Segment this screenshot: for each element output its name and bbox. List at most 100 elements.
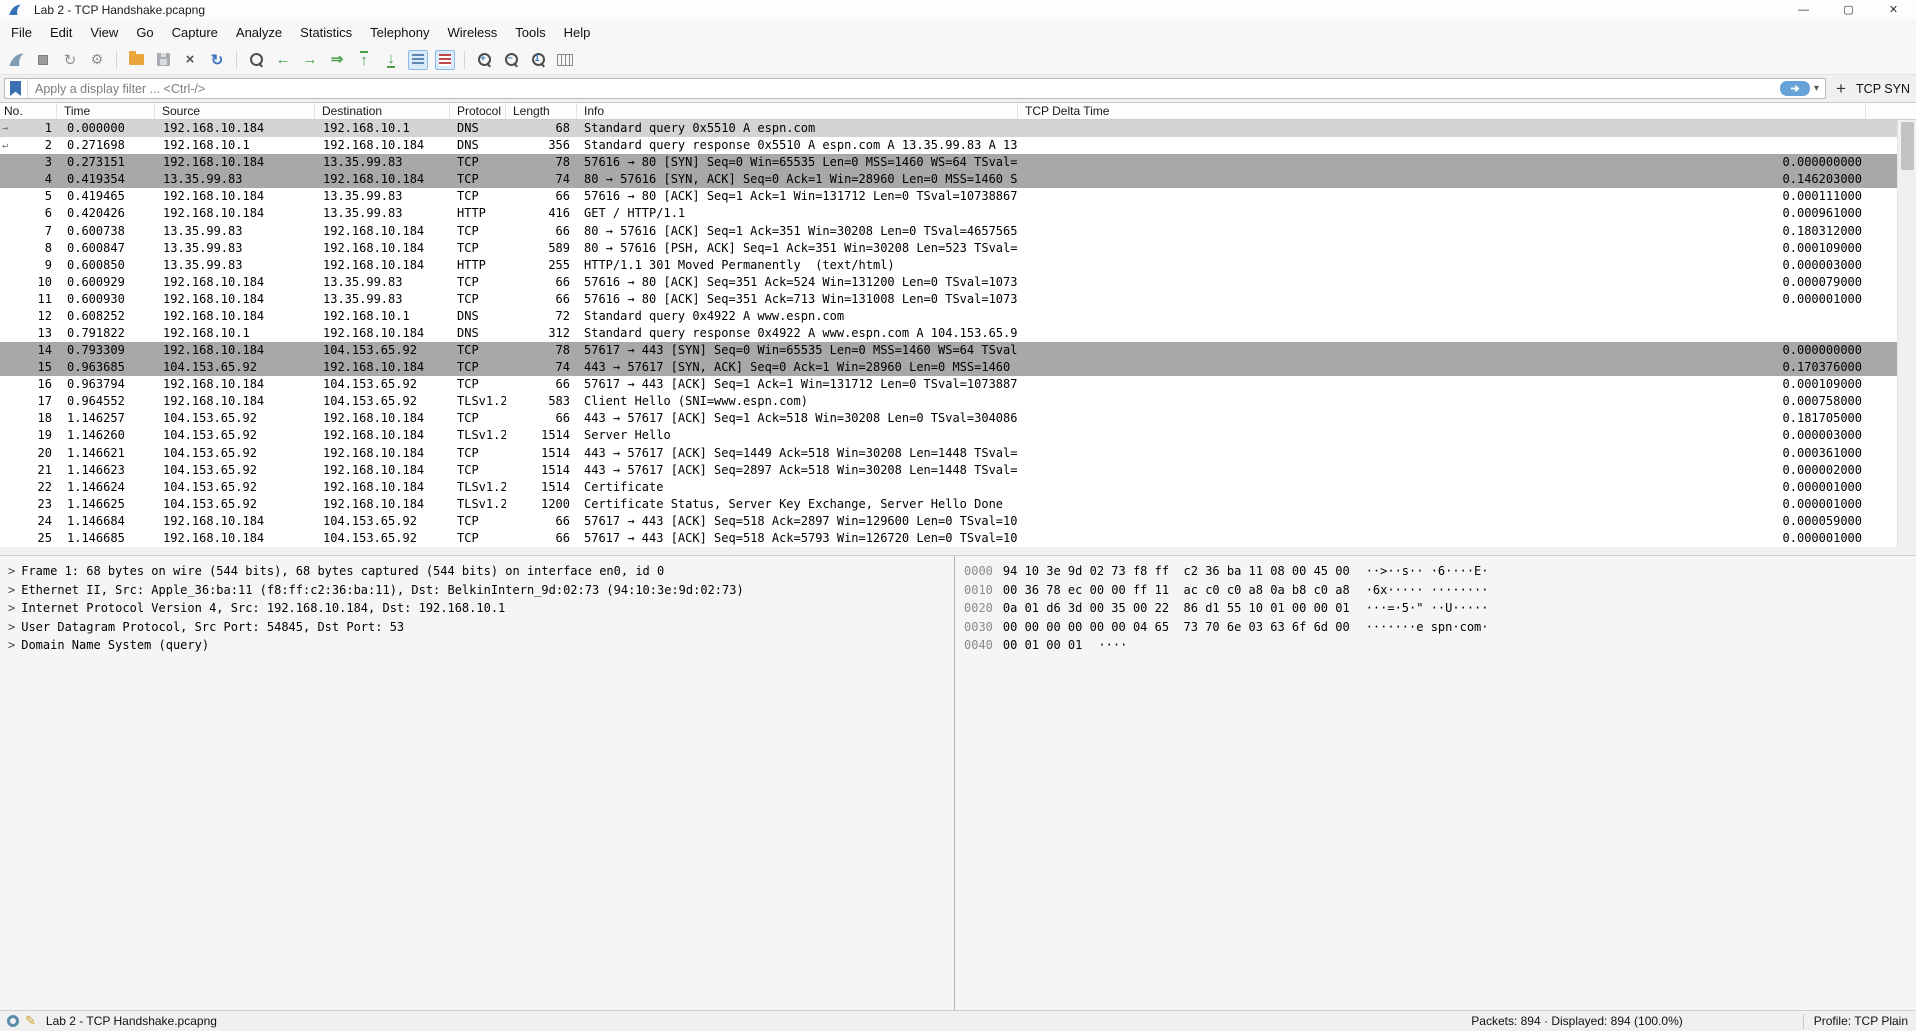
cell-time: 1.146257 bbox=[57, 410, 155, 427]
expander-chevron-icon[interactable]: > bbox=[8, 564, 15, 578]
go-to-packet-icon[interactable]: ⇒ bbox=[325, 48, 349, 72]
column-header-tcp-delta-time[interactable]: TCP Delta Time bbox=[1018, 103, 1866, 119]
packet-row[interactable]: 70.60073813.35.99.83192.168.10.184TCP668… bbox=[0, 222, 1916, 239]
expander-chevron-icon[interactable]: > bbox=[8, 601, 15, 615]
detail-tree-line[interactable]: >Internet Protocol Version 4, Src: 192.1… bbox=[8, 599, 954, 618]
hex-dump-row[interactable]: 001000 36 78 ec 00 00 ff 11 ac c0 c0 a8 … bbox=[964, 581, 1916, 600]
apply-filter-button[interactable]: ➔ bbox=[1780, 81, 1810, 96]
maximize-button[interactable]: ▢ bbox=[1826, 0, 1871, 19]
packet-row[interactable]: 160.963794192.168.10.184104.153.65.92TCP… bbox=[0, 376, 1916, 393]
capture-options-icon[interactable]: ⚙ bbox=[85, 48, 109, 72]
go-last-packet-icon[interactable]: ↓ bbox=[379, 48, 403, 72]
hex-dump-row[interactable]: 000094 10 3e 9d 02 73 f8 ff c2 36 ba 11 … bbox=[964, 562, 1916, 581]
packet-row[interactable]: 241.146684192.168.10.184104.153.65.92TCP… bbox=[0, 513, 1916, 530]
pane-splitter[interactable] bbox=[0, 547, 1916, 555]
stop-capture-icon[interactable] bbox=[31, 48, 55, 72]
cell-proto: DNS bbox=[450, 137, 506, 154]
restart-capture-icon[interactable]: ↻ bbox=[58, 48, 82, 72]
filter-bookmark-icon[interactable] bbox=[10, 81, 21, 96]
column-header-length[interactable]: Length bbox=[506, 103, 577, 119]
auto-scroll-icon[interactable] bbox=[406, 48, 430, 72]
packet-row[interactable]: 50.419465192.168.10.18413.35.99.83TCP665… bbox=[0, 188, 1916, 205]
packet-row[interactable]: 170.964552192.168.10.184104.153.65.92TLS… bbox=[0, 393, 1916, 410]
column-header-source[interactable]: Source bbox=[155, 103, 315, 119]
wireshark-logo-icon bbox=[8, 3, 22, 17]
hex-dump-row[interactable]: 003000 00 00 00 00 00 04 65 73 70 6e 03 … bbox=[964, 618, 1916, 637]
capture-file-properties-icon[interactable] bbox=[7, 1015, 19, 1027]
save-file-icon[interactable] bbox=[151, 48, 175, 72]
menu-item-statistics[interactable]: Statistics bbox=[291, 21, 361, 44]
menu-item-go[interactable]: Go bbox=[127, 21, 162, 44]
go-back-icon[interactable]: ← bbox=[271, 48, 295, 72]
filter-shortcut-tcp-syn[interactable]: TCP SYN bbox=[1856, 82, 1910, 96]
packet-row[interactable]: 201.146621104.153.65.92192.168.10.184TCP… bbox=[0, 444, 1916, 461]
expander-chevron-icon[interactable]: > bbox=[8, 583, 15, 597]
column-header-time[interactable]: Time bbox=[57, 103, 155, 119]
close-file-icon[interactable]: × bbox=[178, 48, 202, 72]
packet-row[interactable]: ↵20.271698192.168.10.1192.168.10.184DNS3… bbox=[0, 137, 1916, 154]
close-button[interactable]: ✕ bbox=[1871, 0, 1916, 19]
column-header-no[interactable]: No. bbox=[0, 103, 57, 119]
detail-tree-line[interactable]: >Frame 1: 68 bytes on wire (544 bits), 6… bbox=[8, 562, 954, 581]
packet-row[interactable]: 221.146624104.153.65.92192.168.10.184TLS… bbox=[0, 479, 1916, 496]
menu-item-help[interactable]: Help bbox=[555, 21, 600, 44]
detail-tree-line[interactable]: >Ethernet II, Src: Apple_36:ba:11 (f8:ff… bbox=[8, 581, 954, 600]
filter-dropdown-caret-icon[interactable]: ▾ bbox=[1814, 83, 1819, 94]
hex-dump-row[interactable]: 004000 01 00 01···· bbox=[964, 636, 1916, 655]
column-header-protocol[interactable]: Protocol bbox=[450, 103, 506, 119]
open-file-icon[interactable] bbox=[124, 48, 148, 72]
packet-row[interactable]: 140.793309192.168.10.184104.153.65.92TCP… bbox=[0, 342, 1916, 359]
cell-no: 10 bbox=[0, 274, 57, 291]
column-header-destination[interactable]: Destination bbox=[315, 103, 450, 119]
packet-row[interactable]: 100.600929192.168.10.18413.35.99.83TCP66… bbox=[0, 274, 1916, 291]
find-packet-icon[interactable] bbox=[244, 48, 268, 72]
packet-row[interactable]: 130.791822192.168.10.1192.168.10.184DNS3… bbox=[0, 325, 1916, 342]
menu-item-view[interactable]: View bbox=[81, 21, 127, 44]
packet-list-scrollbar[interactable] bbox=[1897, 120, 1916, 547]
packet-row[interactable]: 40.41935413.35.99.83192.168.10.184TCP748… bbox=[0, 171, 1916, 188]
start-capture-icon[interactable] bbox=[4, 48, 28, 72]
cell-info: 80 → 57616 [PSH, ACK] Seq=1 Ack=351 Win=… bbox=[577, 240, 1018, 257]
menu-item-analyze[interactable]: Analyze bbox=[227, 21, 291, 44]
zoom-in-icon[interactable]: + bbox=[472, 48, 496, 72]
add-filter-button[interactable]: + bbox=[1836, 79, 1846, 99]
packet-row[interactable]: 60.420426192.168.10.18413.35.99.83HTTP41… bbox=[0, 205, 1916, 222]
packet-row[interactable]: 191.146260104.153.65.92192.168.10.184TLS… bbox=[0, 427, 1916, 444]
menu-item-file[interactable]: File bbox=[2, 21, 41, 44]
menu-item-telephony[interactable]: Telephony bbox=[361, 21, 438, 44]
packet-row[interactable]: 181.146257104.153.65.92192.168.10.184TCP… bbox=[0, 410, 1916, 427]
menu-item-wireless[interactable]: Wireless bbox=[438, 21, 506, 44]
menu-item-tools[interactable]: Tools bbox=[506, 21, 554, 44]
status-profile[interactable]: Profile: TCP Plain bbox=[1804, 1014, 1916, 1028]
zoom-out-icon[interactable]: − bbox=[499, 48, 523, 72]
packet-row[interactable]: 211.146623104.153.65.92192.168.10.184TCP… bbox=[0, 462, 1916, 479]
reload-file-icon[interactable]: ↻ bbox=[205, 48, 229, 72]
colorize-packets-icon[interactable] bbox=[433, 48, 457, 72]
packet-row[interactable]: 150.963685104.153.65.92192.168.10.184TCP… bbox=[0, 359, 1916, 376]
zoom-reset-icon[interactable]: 1 bbox=[526, 48, 550, 72]
packet-row[interactable]: 231.146625104.153.65.92192.168.10.184TLS… bbox=[0, 496, 1916, 513]
expander-chevron-icon[interactable]: > bbox=[8, 620, 15, 634]
packet-row[interactable]: 90.60085013.35.99.83192.168.10.184HTTP25… bbox=[0, 257, 1916, 274]
packet-row[interactable]: 120.608252192.168.10.184192.168.10.1DNS7… bbox=[0, 308, 1916, 325]
hex-dump-row[interactable]: 00200a 01 d6 3d 00 35 00 22 86 d1 55 10 … bbox=[964, 599, 1916, 618]
resize-columns-icon[interactable] bbox=[553, 48, 577, 72]
go-first-packet-icon[interactable]: ↑ bbox=[352, 48, 376, 72]
scrollbar-thumb[interactable] bbox=[1901, 122, 1914, 170]
packet-row[interactable]: 80.60084713.35.99.83192.168.10.184TCP589… bbox=[0, 240, 1916, 257]
menu-item-capture[interactable]: Capture bbox=[163, 21, 227, 44]
go-forward-icon[interactable]: → bbox=[298, 48, 322, 72]
packet-row[interactable]: →10.000000192.168.10.184192.168.10.1DNS6… bbox=[0, 120, 1916, 137]
column-header-info[interactable]: Info bbox=[577, 103, 1018, 119]
detail-tree-line[interactable]: >Domain Name System (query) bbox=[8, 636, 954, 655]
expander-chevron-icon[interactable]: > bbox=[8, 638, 15, 652]
menu-item-edit[interactable]: Edit bbox=[41, 21, 81, 44]
cell-delta: 0.000079000 bbox=[1018, 274, 1866, 291]
packet-row[interactable]: 251.146685192.168.10.184104.153.65.92TCP… bbox=[0, 530, 1916, 547]
detail-tree-line[interactable]: >User Datagram Protocol, Src Port: 54845… bbox=[8, 618, 954, 637]
edit-comment-icon[interactable]: ✎ bbox=[25, 1013, 36, 1029]
packet-row[interactable]: 30.273151192.168.10.18413.35.99.83TCP785… bbox=[0, 154, 1916, 171]
minimize-button[interactable]: — bbox=[1781, 0, 1826, 19]
packet-row[interactable]: 110.600930192.168.10.18413.35.99.83TCP66… bbox=[0, 291, 1916, 308]
display-filter-input[interactable]: Apply a display filter ... <Ctrl-/> ➔ ▾ bbox=[4, 78, 1826, 99]
